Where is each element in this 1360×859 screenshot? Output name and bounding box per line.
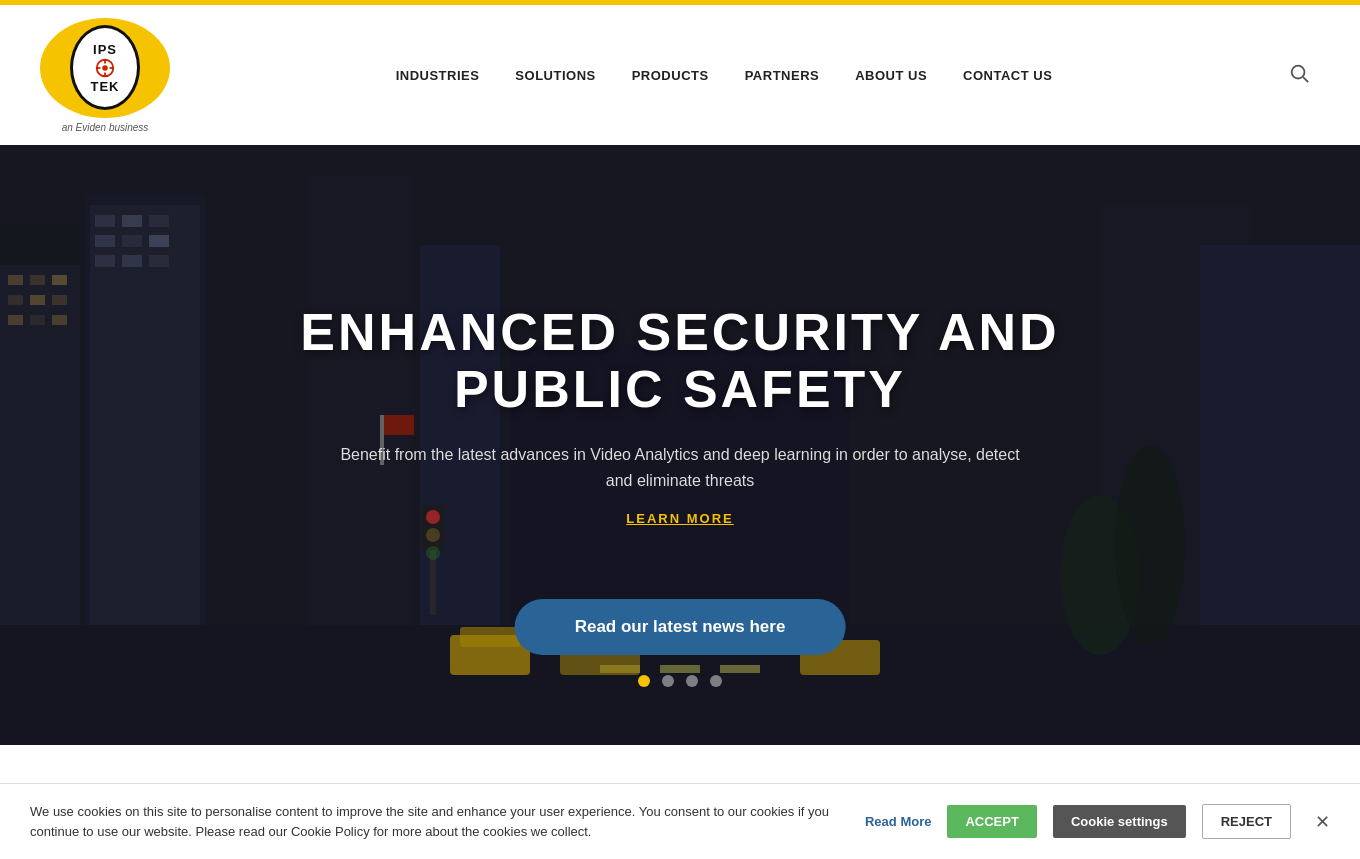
dot-2[interactable]: [662, 675, 674, 687]
cookie-read-more-link[interactable]: Read More: [865, 814, 931, 829]
nav-contact-us[interactable]: CONTACT US: [945, 68, 1070, 83]
hero-dots: [638, 675, 722, 687]
svg-line-7: [1303, 77, 1308, 82]
nav-products[interactable]: PRODUCTS: [614, 68, 727, 83]
logo-oval: IPS TEK: [40, 18, 170, 118]
hero-section: ENHANCED SECURITY AND PUBLIC SAFETY Bene…: [0, 145, 1360, 745]
main-nav: INDUSTRIES SOLUTIONS PRODUCTS PARTNERS A…: [378, 68, 1071, 83]
logo-subtitle: an Eviden business: [62, 122, 149, 133]
svg-point-1: [102, 65, 108, 71]
svg-point-6: [1292, 65, 1305, 78]
nav-industries[interactable]: INDUSTRIES: [378, 68, 498, 83]
dot-3[interactable]: [686, 675, 698, 687]
cookie-close-button[interactable]: ✕: [1315, 811, 1330, 833]
close-icon: ✕: [1315, 812, 1330, 832]
logo-target-icon: [94, 57, 116, 79]
hero-title: ENHANCED SECURITY AND PUBLIC SAFETY: [300, 304, 1059, 418]
search-button[interactable]: [1278, 62, 1320, 89]
cookie-reject-button[interactable]: REJECT: [1202, 804, 1291, 839]
search-icon: [1288, 66, 1310, 88]
learn-more-link[interactable]: LEARN MORE: [626, 511, 733, 526]
header: IPS TEK an Eviden business INDUSTRIES SO…: [0, 5, 1360, 145]
logo-ips-text: IPS: [93, 42, 117, 57]
hero-subtitle: Benefit from the latest advances in Vide…: [340, 442, 1020, 493]
hero-content: ENHANCED SECURITY AND PUBLIC SAFETY Bene…: [0, 145, 1360, 745]
nav-partners[interactable]: PARTNERS: [727, 68, 838, 83]
cookie-accept-button[interactable]: ACCEPT: [947, 805, 1036, 838]
logo-tek-text: TEK: [91, 79, 120, 94]
news-button[interactable]: Read our latest news here: [515, 599, 846, 655]
dot-1[interactable]: [638, 675, 650, 687]
cookie-message: We use cookies on this site to personali…: [30, 802, 849, 841]
cookie-settings-button[interactable]: Cookie settings: [1053, 805, 1186, 838]
cookie-banner: We use cookies on this site to personali…: [0, 783, 1360, 859]
dot-4[interactable]: [710, 675, 722, 687]
logo[interactable]: IPS TEK an Eviden business: [40, 18, 170, 133]
nav-about-us[interactable]: ABOUT US: [837, 68, 945, 83]
logo-inner-circle: IPS TEK: [70, 25, 140, 110]
nav-solutions[interactable]: SOLUTIONS: [497, 68, 613, 83]
